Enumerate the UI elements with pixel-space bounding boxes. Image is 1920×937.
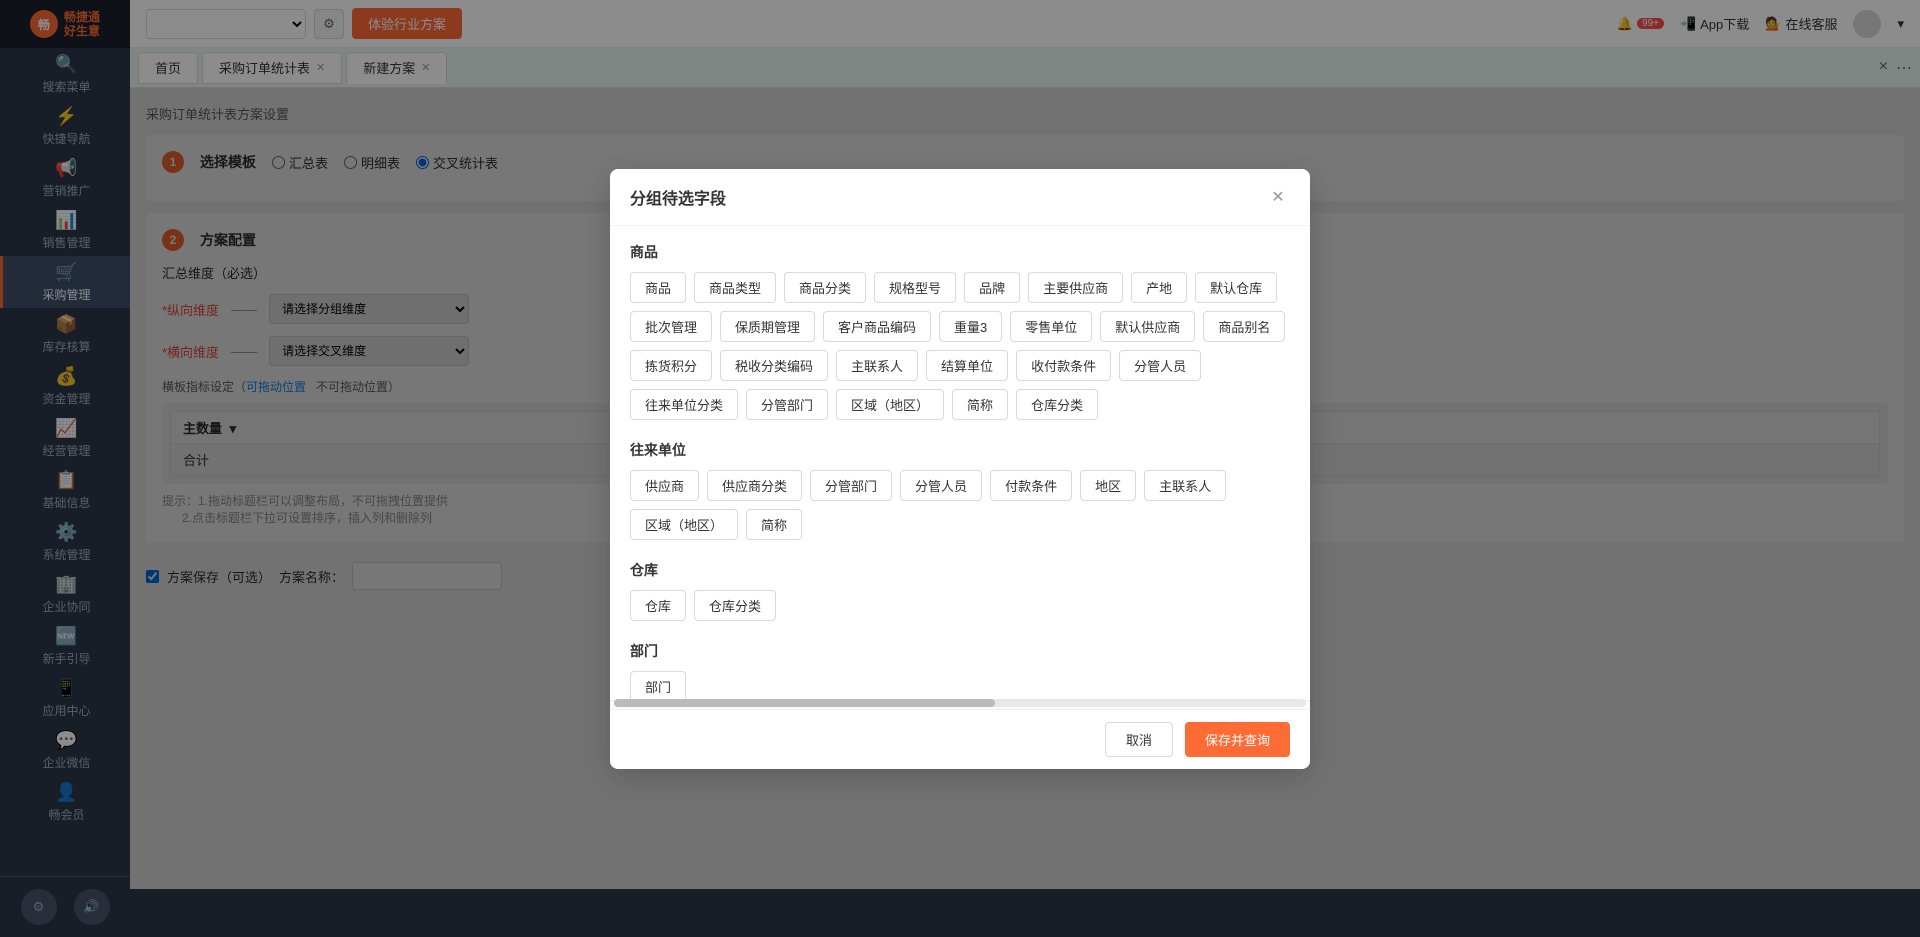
field-tag-payment-condition[interactable]: 付款条件 bbox=[990, 470, 1072, 501]
field-tag-product-alias[interactable]: 商品别名 bbox=[1203, 311, 1285, 342]
product-field-tags: 商品 商品类型 商品分类 规格型号 品牌 主要供应商 产地 默认仓库 批次管理 … bbox=[630, 272, 1290, 420]
field-tag-weight3[interactable]: 重量3 bbox=[939, 311, 1002, 342]
department-section-title: 部门 bbox=[630, 641, 1290, 661]
field-tag-department[interactable]: 部门 bbox=[630, 671, 686, 700]
field-tag-brand[interactable]: 品牌 bbox=[964, 272, 1020, 303]
modal-close-button[interactable]: ✕ bbox=[1266, 185, 1290, 209]
field-tag-product-type[interactable]: 商品类型 bbox=[694, 272, 776, 303]
modal-title: 分组待选字段 bbox=[630, 185, 726, 209]
field-tag-spec-model[interactable]: 规格型号 bbox=[874, 272, 956, 303]
field-tag-counterpart-category[interactable]: 往来单位分类 bbox=[630, 389, 738, 420]
modal-hscrollbar[interactable] bbox=[610, 700, 1310, 709]
field-tag-main-contact2[interactable]: 主联系人 bbox=[1144, 470, 1226, 501]
field-tag-region[interactable]: 区域（地区） bbox=[836, 389, 944, 420]
field-tag-settlement-unit[interactable]: 结算单位 bbox=[926, 350, 1008, 381]
field-tag-pick-points[interactable]: 拣货积分 bbox=[630, 350, 712, 381]
warehouse-section: 仓库 仓库 仓库分类 bbox=[630, 560, 1290, 621]
field-tag-batch-manage[interactable]: 批次管理 bbox=[630, 311, 712, 342]
field-tag-default-warehouse[interactable]: 默认仓库 bbox=[1195, 272, 1277, 303]
field-tag-person-manage[interactable]: 分管人员 bbox=[900, 470, 982, 501]
field-tag-main-contact[interactable]: 主联系人 bbox=[836, 350, 918, 381]
field-tag-area[interactable]: 地区 bbox=[1080, 470, 1136, 501]
field-tag-short-name2[interactable]: 简称 bbox=[746, 509, 802, 540]
counterpart-field-tags: 供应商 供应商分类 分管部门 分管人员 付款条件 地区 主联系人 区域（地区） … bbox=[630, 470, 1290, 540]
modal-footer: 取消 保存并查询 bbox=[610, 709, 1310, 769]
counterpart-section: 往来单位 供应商 供应商分类 分管部门 分管人员 付款条件 地区 主联系人 区域… bbox=[630, 440, 1290, 540]
field-selection-modal: 分组待选字段 ✕ 商品 商品 商品类型 商品分类 规格型号 品牌 主要供应商 产… bbox=[610, 169, 1310, 769]
confirm-button[interactable]: 保存并查询 bbox=[1185, 722, 1290, 757]
field-tag-short-name[interactable]: 简称 bbox=[952, 389, 1008, 420]
field-tag-dept-manage[interactable]: 分管部门 bbox=[810, 470, 892, 501]
warehouse-field-tags: 仓库 仓库分类 bbox=[630, 590, 1290, 621]
field-tag-product-category[interactable]: 商品分类 bbox=[784, 272, 866, 303]
field-tag-default-supplier[interactable]: 默认供应商 bbox=[1100, 311, 1195, 342]
field-tag-manager-dept[interactable]: 分管部门 bbox=[746, 389, 828, 420]
department-section: 部门 部门 bbox=[630, 641, 1290, 700]
field-tag-warehouse[interactable]: 仓库 bbox=[630, 590, 686, 621]
product-section-title: 商品 bbox=[630, 242, 1290, 262]
modal-overlay: 分组待选字段 ✕ 商品 商品 商品类型 商品分类 规格型号 品牌 主要供应商 产… bbox=[0, 0, 1920, 937]
field-tag-payment-terms[interactable]: 收付款条件 bbox=[1016, 350, 1111, 381]
field-tag-expiry-manage[interactable]: 保质期管理 bbox=[720, 311, 815, 342]
product-section: 商品 商品 商品类型 商品分类 规格型号 品牌 主要供应商 产地 默认仓库 批次… bbox=[630, 242, 1290, 420]
field-tag-supplier[interactable]: 供应商 bbox=[630, 470, 699, 501]
field-tag-warehouse-category[interactable]: 仓库分类 bbox=[1016, 389, 1098, 420]
field-tag-supplier-category[interactable]: 供应商分类 bbox=[707, 470, 802, 501]
field-tag-origin[interactable]: 产地 bbox=[1131, 272, 1187, 303]
warehouse-section-title: 仓库 bbox=[630, 560, 1290, 580]
field-tag-main-supplier[interactable]: 主要供应商 bbox=[1028, 272, 1123, 303]
field-tag-tax-code[interactable]: 税收分类编码 bbox=[720, 350, 828, 381]
cancel-button[interactable]: 取消 bbox=[1105, 722, 1173, 757]
department-field-tags: 部门 bbox=[630, 671, 1290, 700]
field-tag-product[interactable]: 商品 bbox=[630, 272, 686, 303]
field-tag-retail-unit[interactable]: 零售单位 bbox=[1010, 311, 1092, 342]
field-tag-region2[interactable]: 区域（地区） bbox=[630, 509, 738, 540]
modal-header: 分组待选字段 ✕ bbox=[610, 169, 1310, 226]
field-tag-manager-person[interactable]: 分管人员 bbox=[1119, 350, 1201, 381]
field-tag-warehouse-cat[interactable]: 仓库分类 bbox=[694, 590, 776, 621]
modal-body[interactable]: 商品 商品 商品类型 商品分类 规格型号 品牌 主要供应商 产地 默认仓库 批次… bbox=[610, 226, 1310, 700]
field-tag-customer-code[interactable]: 客户商品编码 bbox=[823, 311, 931, 342]
counterpart-section-title: 往来单位 bbox=[630, 440, 1290, 460]
